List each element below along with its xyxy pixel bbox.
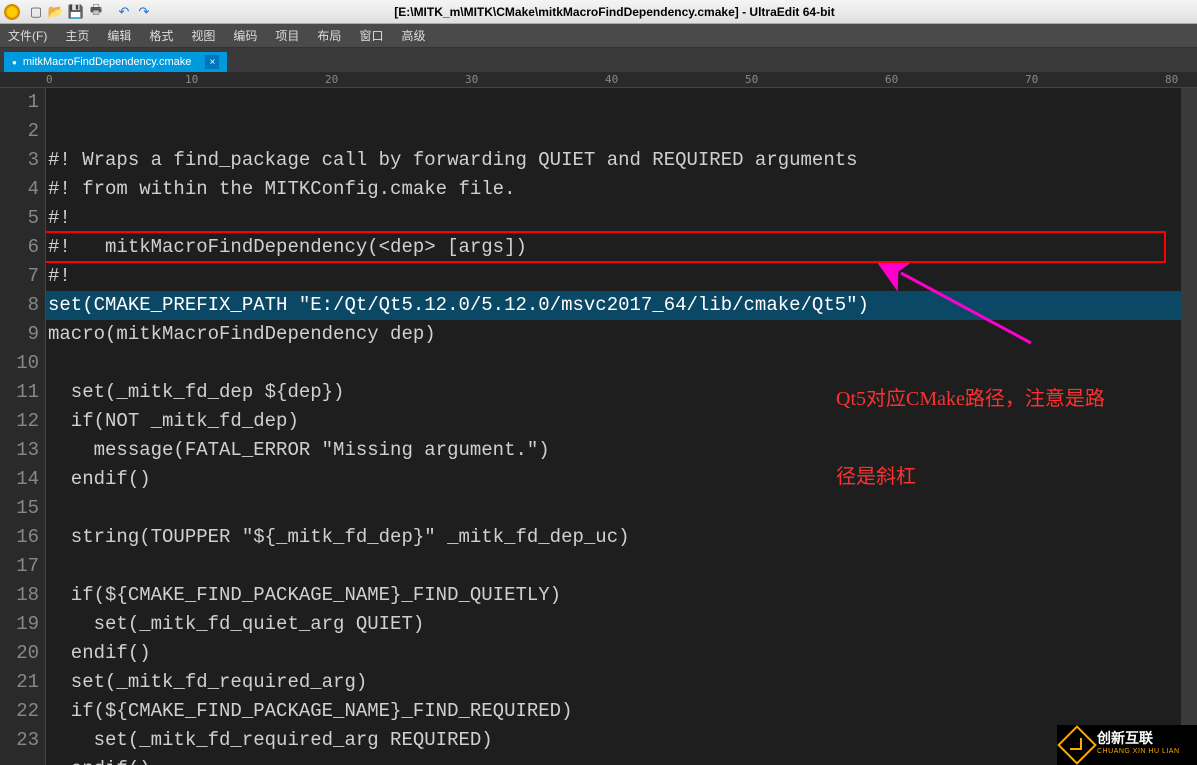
menu-view[interactable]: 视图: [191, 27, 215, 44]
undo-icon[interactable]: ↶: [116, 4, 132, 20]
line-number: 4: [0, 175, 39, 204]
menu-format[interactable]: 格式: [149, 27, 173, 44]
line-number-gutter: 1234567891011121314151617181920212223: [0, 88, 46, 765]
code-line[interactable]: if(${CMAKE_FIND_PACKAGE_NAME}_FIND_REQUI…: [46, 697, 1197, 726]
line-number: 9: [0, 320, 39, 349]
line-number: 7: [0, 262, 39, 291]
file-tab[interactable]: ● mitkMacroFindDependency.cmake ×: [4, 52, 227, 72]
line-number: 3: [0, 146, 39, 175]
vertical-scrollbar[interactable]: [1181, 88, 1197, 765]
ruler-mark: 70: [1025, 73, 1038, 86]
new-file-icon[interactable]: ▢: [28, 4, 44, 20]
title-bar: ▢ 📂 💾 🖶 ↶ ↷ [E:\MITK_m\MITK\CMake\mitkMa…: [0, 0, 1197, 24]
column-ruler: 0 10 20 30 40 50 60 70 80: [0, 72, 1197, 88]
app-icon: [4, 4, 20, 20]
ruler-mark: 40: [605, 73, 618, 86]
line-number: 18: [0, 581, 39, 610]
code-line[interactable]: set(CMAKE_PREFIX_PATH "E:/Qt/Qt5.12.0/5.…: [46, 291, 1197, 320]
ruler-mark: 60: [885, 73, 898, 86]
line-number: 14: [0, 465, 39, 494]
code-line[interactable]: set(_mitk_fd_quiet_arg QUIET): [46, 610, 1197, 639]
line-number: 12: [0, 407, 39, 436]
line-number: 16: [0, 523, 39, 552]
open-folder-icon[interactable]: 📂: [48, 4, 64, 20]
ruler-mark: 20: [325, 73, 338, 86]
code-line[interactable]: endif(): [46, 639, 1197, 668]
annotation-line1: Qt5对应CMake路径，注意是路: [836, 386, 1176, 412]
menu-project[interactable]: 项目: [275, 27, 299, 44]
line-number: 20: [0, 639, 39, 668]
code-line[interactable]: endif(): [46, 755, 1197, 765]
print-icon[interactable]: 🖶: [88, 4, 104, 20]
tab-modified-icon: ●: [12, 58, 17, 67]
watermark-text: 创新互联: [1097, 731, 1180, 745]
code-editor[interactable]: 1234567891011121314151617181920212223 #!…: [0, 88, 1197, 765]
watermark-sub: CHUANG XIN HU LIAN: [1097, 745, 1180, 759]
menu-coding[interactable]: 编码: [233, 27, 257, 44]
code-line[interactable]: #! Wraps a find_package call by forwardi…: [46, 146, 1197, 175]
save-icon[interactable]: 💾: [68, 4, 84, 20]
line-number: 17: [0, 552, 39, 581]
code-line[interactable]: set(_mitk_fd_required_arg REQUIRED): [46, 726, 1197, 755]
code-line[interactable]: #!: [46, 204, 1197, 233]
code-line[interactable]: #! mitkMacroFindDependency(<dep> [args]): [46, 233, 1197, 262]
line-number: 19: [0, 610, 39, 639]
menu-bar: 文件(F) 主页 编辑 格式 视图 编码 项目 布局 窗口 高级: [0, 24, 1197, 48]
ruler-mark: 0: [46, 73, 53, 86]
code-area[interactable]: #! Wraps a find_package call by forwardi…: [46, 88, 1197, 765]
watermark-logo-icon: [1057, 725, 1097, 765]
line-number: 8: [0, 291, 39, 320]
ruler-mark: 30: [465, 73, 478, 86]
menu-file[interactable]: 文件(F): [8, 27, 47, 44]
code-line[interactable]: [46, 552, 1197, 581]
line-number: 15: [0, 494, 39, 523]
annotation-text: Qt5对应CMake路径，注意是路 径是斜杠: [836, 334, 1176, 542]
line-number: 13: [0, 436, 39, 465]
line-number: 1: [0, 88, 39, 117]
line-number: 10: [0, 349, 39, 378]
annotation-line2: 径是斜杠: [836, 464, 1176, 490]
line-number: 22: [0, 697, 39, 726]
code-line[interactable]: if(${CMAKE_FIND_PACKAGE_NAME}_FIND_QUIET…: [46, 581, 1197, 610]
line-number: 23: [0, 726, 39, 755]
menu-layout[interactable]: 布局: [317, 27, 341, 44]
menu-advanced[interactable]: 高级: [401, 27, 425, 44]
line-number: 2: [0, 117, 39, 146]
line-number: 5: [0, 204, 39, 233]
code-line[interactable]: #!: [46, 262, 1197, 291]
tab-bar: ● mitkMacroFindDependency.cmake ×: [0, 48, 1197, 72]
line-number: 11: [0, 378, 39, 407]
line-number: 6: [0, 233, 39, 262]
menu-home[interactable]: 主页: [65, 27, 89, 44]
code-line[interactable]: #! from within the MITKConfig.cmake file…: [46, 175, 1197, 204]
window-title: [E:\MITK_m\MITK\CMake\mitkMacroFindDepen…: [152, 5, 1077, 19]
line-number: 21: [0, 668, 39, 697]
quick-toolbar: ▢ 📂 💾 🖶 ↶ ↷: [28, 4, 152, 20]
ruler-mark: 80: [1165, 73, 1178, 86]
menu-edit[interactable]: 编辑: [107, 27, 131, 44]
tab-close-icon[interactable]: ×: [205, 55, 219, 69]
ruler-mark: 50: [745, 73, 758, 86]
watermark: 创新互联 CHUANG XIN HU LIAN: [1057, 725, 1197, 765]
redo-icon[interactable]: ↷: [136, 4, 152, 20]
tab-label: mitkMacroFindDependency.cmake: [23, 56, 192, 68]
code-line[interactable]: set(_mitk_fd_required_arg): [46, 668, 1197, 697]
menu-window[interactable]: 窗口: [359, 27, 383, 44]
ruler-mark: 10: [185, 73, 198, 86]
